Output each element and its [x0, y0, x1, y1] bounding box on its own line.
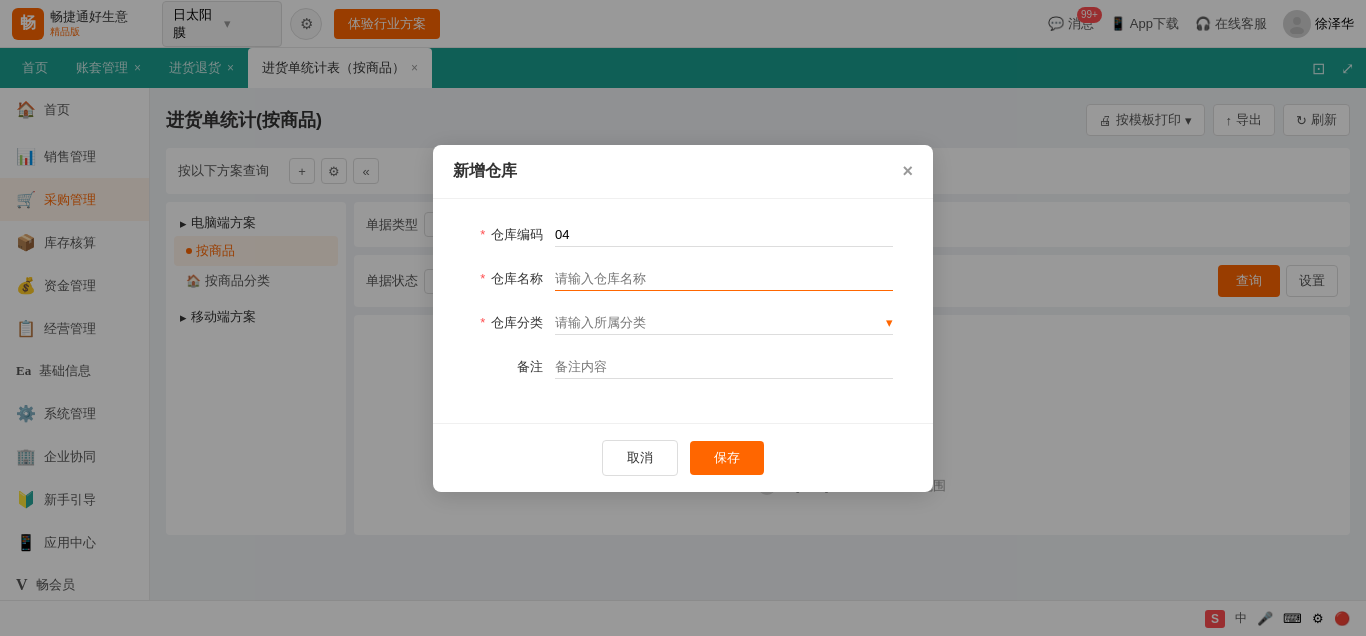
save-button[interactable]: 保存	[690, 441, 764, 475]
name-label: * 仓库名称	[473, 270, 543, 288]
note-input[interactable]	[555, 355, 893, 379]
category-chevron-icon[interactable]: ▾	[886, 315, 893, 330]
code-field-row: * 仓库编码	[473, 223, 893, 247]
required-star: *	[480, 227, 485, 242]
modal-overlay[interactable]: 新增仓库 × * 仓库编码 * 仓库名称	[0, 0, 1366, 636]
name-input[interactable]	[555, 267, 893, 291]
category-select-wrap: ▾	[555, 311, 893, 335]
category-input[interactable]	[555, 315, 886, 330]
name-field-row: * 仓库名称	[473, 267, 893, 291]
cancel-button[interactable]: 取消	[602, 440, 678, 476]
note-label: 备注	[473, 358, 543, 376]
modal-body: * 仓库编码 * 仓库名称 * 仓库分类	[433, 199, 933, 423]
required-star-2: *	[480, 271, 485, 286]
modal-close-button[interactable]: ×	[902, 161, 913, 182]
required-star-3: *	[480, 315, 485, 330]
code-input[interactable]	[555, 223, 893, 247]
category-label: * 仓库分类	[473, 314, 543, 332]
modal-footer: 取消 保存	[433, 423, 933, 492]
new-warehouse-modal: 新增仓库 × * 仓库编码 * 仓库名称	[433, 145, 933, 492]
category-field-row: * 仓库分类 ▾	[473, 311, 893, 335]
modal-title: 新增仓库	[453, 161, 517, 182]
note-field-row: 备注	[473, 355, 893, 379]
modal-header: 新增仓库 ×	[433, 145, 933, 199]
code-label: * 仓库编码	[473, 226, 543, 244]
